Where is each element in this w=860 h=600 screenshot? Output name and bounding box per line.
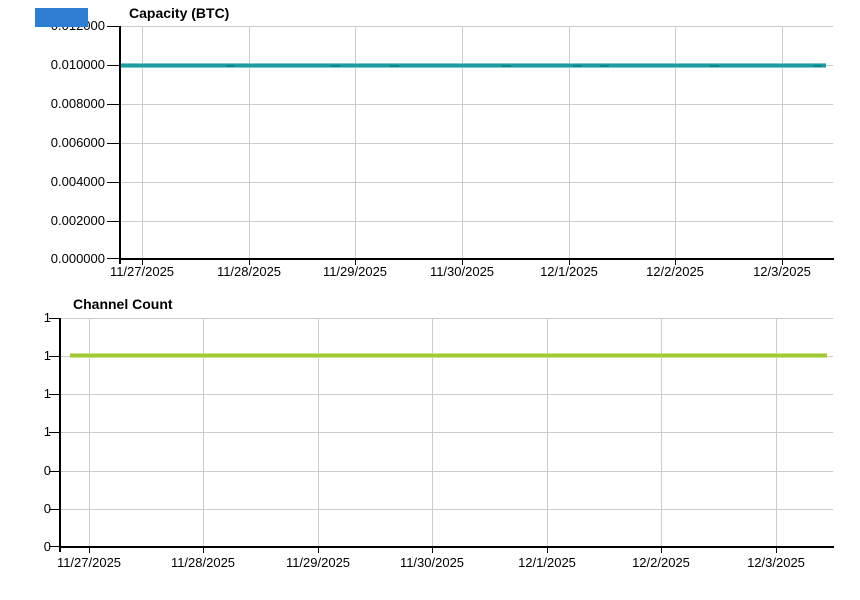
capacity-line — [121, 63, 826, 68]
axis-tick — [661, 548, 662, 553]
channel-line — [70, 353, 827, 358]
capacity-data-marker — [331, 65, 340, 67]
capacity-y-label: 0.000000 — [50, 251, 105, 266]
axis-tick — [107, 26, 119, 27]
capacity-y-label: 0.004000 — [50, 174, 105, 189]
capacity-data-marker — [600, 65, 609, 67]
axis-tick — [49, 318, 59, 319]
channel-y-label: 1 — [43, 386, 51, 401]
capacity-data-marker — [710, 65, 719, 67]
axis-tick — [107, 104, 119, 105]
channel-y-label: 0 — [43, 501, 51, 516]
axis-tick — [49, 394, 59, 395]
capacity-data-marker — [813, 65, 822, 67]
capacity-x-label: 11/29/2025 — [322, 264, 388, 279]
axis-tick — [107, 182, 119, 183]
capacity-y-label: 0.010000 — [50, 57, 105, 72]
channel-x-label: 12/3/2025 — [747, 555, 805, 570]
capacity-x-label: 12/1/2025 — [540, 264, 598, 279]
chart-dashboard: Capacity (BTC) 0.012000 0.010000 0.00800… — [0, 0, 860, 600]
capacity-x-axis-line — [119, 258, 834, 260]
capacity-x-label: 11/27/2025 — [109, 264, 175, 279]
axis-tick — [107, 258, 119, 259]
axis-tick — [107, 221, 119, 222]
capacity-y-label: 0.008000 — [50, 96, 105, 111]
capacity-x-label: 12/2/2025 — [646, 264, 704, 279]
channel-x-label: 11/27/2025 — [56, 555, 122, 570]
capacity-data-marker — [226, 65, 235, 67]
channel-y-label: 1 — [43, 310, 51, 325]
channel-x-label: 11/28/2025 — [170, 555, 236, 570]
axis-tick — [49, 356, 59, 357]
capacity-y-label: 0.006000 — [50, 135, 105, 150]
capacity-data-marker — [390, 65, 399, 67]
channel-y-label: 0 — [43, 463, 51, 478]
axis-tick — [547, 548, 548, 553]
axis-tick — [107, 65, 119, 66]
capacity-y-label: 0.002000 — [50, 213, 105, 228]
capacity-x-label: 12/3/2025 — [753, 264, 811, 279]
capacity-x-label: 11/28/2025 — [216, 264, 282, 279]
axis-tick — [49, 546, 59, 547]
axis-tick — [49, 509, 59, 510]
axis-tick — [49, 432, 59, 433]
channel-y-label: 1 — [43, 424, 51, 439]
channel-y-label: 1 — [43, 348, 51, 363]
blue-highlight-overlay — [35, 8, 88, 27]
axis-tick — [203, 548, 204, 553]
capacity-x-label: 11/30/2025 — [429, 264, 495, 279]
axis-tick — [776, 548, 777, 553]
channel-y-label: 0 — [43, 539, 51, 554]
channel-x-axis-line — [59, 546, 834, 548]
channel-x-label: 12/1/2025 — [518, 555, 576, 570]
axis-tick — [432, 548, 433, 553]
channel-chart-title: Channel Count — [73, 296, 173, 312]
axis-tick — [318, 548, 319, 553]
capacity-plot-area[interactable] — [121, 26, 833, 258]
channel-x-label: 11/29/2025 — [285, 555, 351, 570]
capacity-data-marker — [573, 65, 582, 67]
axis-tick — [107, 143, 119, 144]
capacity-chart-title: Capacity (BTC) — [129, 5, 230, 21]
axis-tick — [89, 548, 90, 553]
capacity-data-marker — [502, 65, 511, 67]
channel-x-label: 11/30/2025 — [399, 555, 465, 570]
axis-tick — [49, 471, 59, 472]
channel-x-label: 12/2/2025 — [632, 555, 690, 570]
